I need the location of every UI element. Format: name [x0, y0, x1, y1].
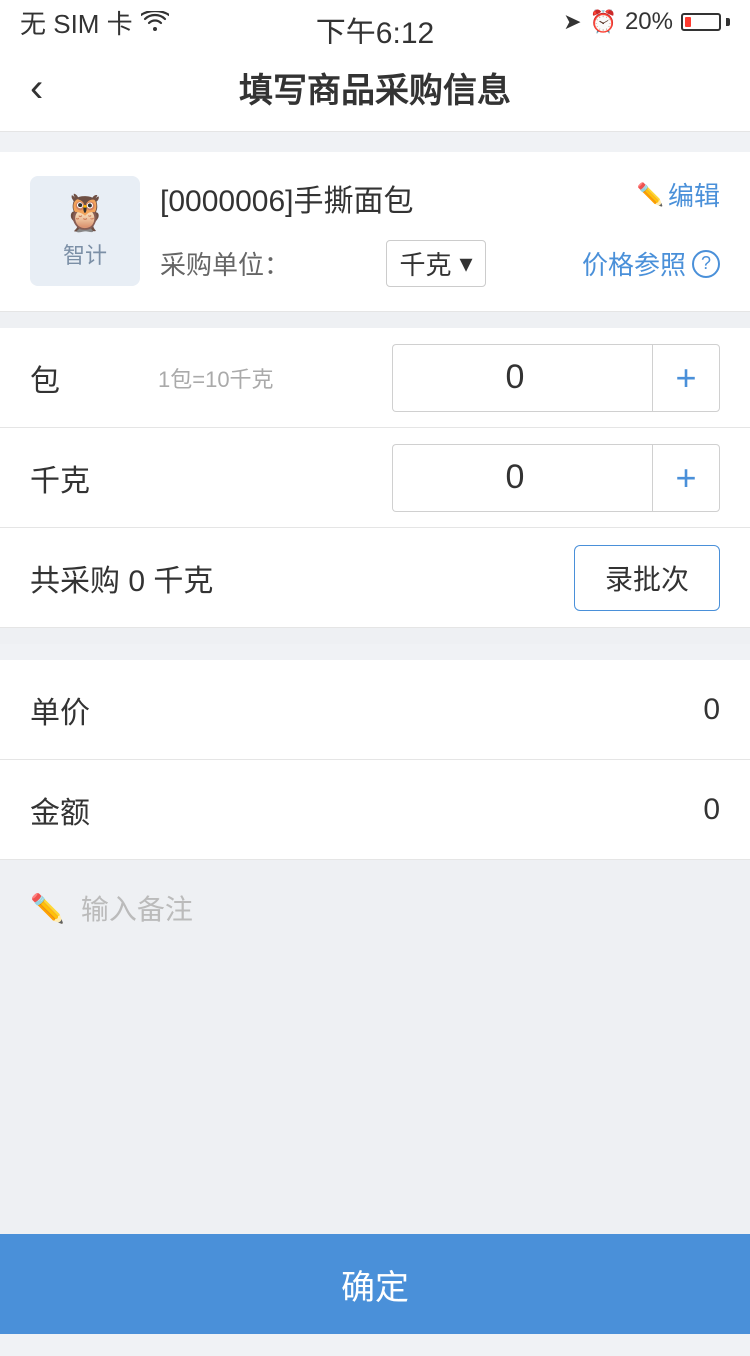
- bag-input[interactable]: [392, 344, 652, 412]
- unit-value: 千克: [399, 245, 451, 282]
- kg-label: 千克: [30, 456, 150, 500]
- bag-input-wrapper: +: [392, 344, 720, 412]
- battery-percent: 20%: [625, 8, 673, 36]
- amount-row: 金额 0: [0, 760, 750, 860]
- pencil-icon: ✏️: [30, 892, 65, 925]
- unit-select[interactable]: 千克 ▾: [386, 240, 485, 287]
- amount-label: 金额: [30, 788, 90, 832]
- unit-label: 采购单位：: [160, 245, 290, 282]
- batch-button[interactable]: 录批次: [574, 545, 720, 611]
- product-name: [0000006]手撕面包: [160, 176, 413, 220]
- summary-row: 共采购 0 千克 录批次: [0, 528, 750, 628]
- product-logo-text: 智计: [63, 238, 107, 270]
- wifi-icon: [141, 7, 169, 38]
- status-bar-left: 无 SIM 卡: [20, 4, 169, 41]
- product-card: 🦉 智计 [0000006]手撕面包 ✏️ 编辑 采购单位： 千克 ▾ 价格参照…: [0, 152, 750, 312]
- product-info: [0000006]手撕面包 ✏️ 编辑 采购单位： 千克 ▾ 价格参照 ?: [160, 176, 720, 287]
- remark-placeholder: 输入备注: [81, 888, 193, 928]
- page-title: 填写商品采购信息: [239, 63, 511, 112]
- location-icon: ➤: [563, 9, 581, 35]
- price-ref-info-icon: ?: [692, 250, 720, 278]
- kg-input-row: 千克 +: [0, 428, 750, 528]
- edit-label: 编辑: [668, 176, 720, 213]
- status-bar-right: ➤ ⏰ 20%: [563, 8, 730, 36]
- product-thumbnail: 🦉 智计: [30, 176, 140, 286]
- status-bar: 无 SIM 卡 下午6:12 ➤ ⏰ 20%: [0, 0, 750, 44]
- price-reference-button[interactable]: 价格参照 ?: [582, 245, 720, 282]
- price-ref-label: 价格参照: [582, 245, 686, 282]
- bag-input-row: 包 1包=10千克 +: [0, 328, 750, 428]
- carrier-text: 无 SIM 卡: [20, 4, 133, 41]
- product-unit-row: 采购单位： 千克 ▾ 价格参照 ?: [160, 240, 720, 287]
- confirm-label: 确定: [341, 1260, 409, 1309]
- unit-price-label: 单价: [30, 688, 90, 732]
- price-info-section: 单价 0 金额 0: [0, 660, 750, 860]
- confirm-button[interactable]: 确定: [0, 1234, 750, 1334]
- battery-icon: [681, 13, 730, 31]
- summary-text: 共采购 0 千克: [30, 556, 213, 600]
- dropdown-icon: ▾: [459, 248, 472, 279]
- edit-icon: ✏️: [637, 182, 664, 208]
- kg-input-wrapper: +: [392, 444, 720, 512]
- bag-sublabel: 1包=10千克: [158, 362, 392, 394]
- kg-input[interactable]: [392, 444, 652, 512]
- bag-label: 包: [30, 356, 150, 400]
- alarm-icon: ⏰: [590, 9, 617, 35]
- content-area: [0, 956, 750, 1256]
- product-logo-icon: 🦉: [63, 192, 108, 234]
- unit-price-row: 单价 0: [0, 660, 750, 760]
- unit-price-value: 0: [703, 693, 720, 727]
- kg-plus-button[interactable]: +: [652, 444, 720, 512]
- bag-plus-button[interactable]: +: [652, 344, 720, 412]
- section-divider-2: [0, 628, 750, 644]
- nav-bar: ‹ 填写商品采购信息: [0, 44, 750, 132]
- remark-section[interactable]: ✏️ 输入备注: [0, 860, 750, 956]
- section-divider-1: [0, 312, 750, 328]
- product-top-row: [0000006]手撕面包 ✏️ 编辑: [160, 176, 720, 220]
- input-section: 包 1包=10千克 + 千克 + 共采购 0 千克 录批次: [0, 328, 750, 628]
- edit-button[interactable]: ✏️ 编辑: [637, 176, 720, 213]
- back-button[interactable]: ‹: [30, 68, 43, 108]
- amount-value: 0: [703, 793, 720, 827]
